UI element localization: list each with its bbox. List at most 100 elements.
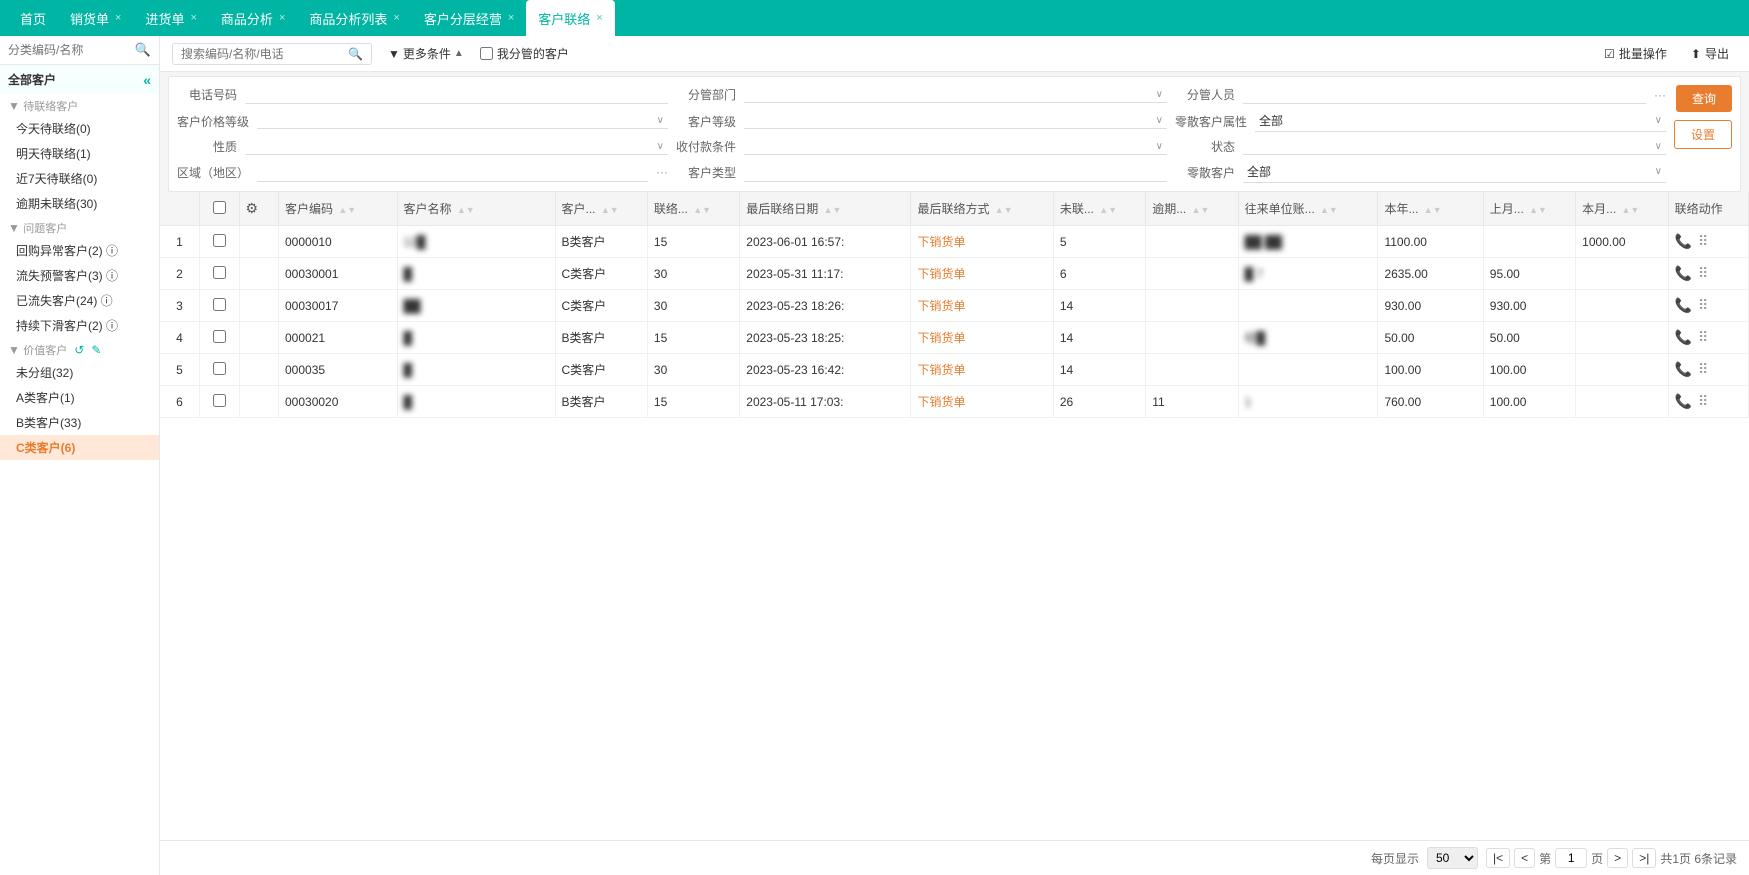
sidebar-item-tomorrow[interactable]: 明天待联络(1) (0, 141, 159, 166)
col-header-last-month[interactable]: 上月... ▲▼ (1483, 192, 1575, 226)
contact-phone-icon[interactable]: 📞 (1675, 265, 1692, 282)
filter-manager-dots[interactable]: ··· (1654, 88, 1666, 102)
sidebar-item-repurchase-abnormal[interactable]: 回购异常客户(2) ⓘ (0, 238, 159, 263)
cell-action[interactable]: 📞 ⠿ (1668, 226, 1748, 258)
col-header-un-contact[interactable]: 未联... ▲▼ (1053, 192, 1145, 226)
nav-product-analysis-list[interactable]: 商品分析列表 × (297, 0, 411, 36)
nav-sales[interactable]: 销货单 × (58, 0, 133, 36)
my-customers-checkbox-label[interactable]: 我分管的客户 (480, 45, 569, 62)
cell-last-method[interactable]: 下销货单 (911, 386, 1053, 418)
col-header-gear[interactable]: ⚙ (239, 192, 279, 226)
batch-operation-btn[interactable]: ☑ 批量操作 (1596, 42, 1675, 65)
nav-product-analysis[interactable]: 商品分析 × (209, 0, 297, 36)
more-actions-icon[interactable]: ⠿ (1698, 393, 1708, 410)
next-page-btn[interactable]: > (1607, 848, 1628, 868)
col-header-last-method[interactable]: 最后联络方式 ▲▼ (911, 192, 1053, 226)
more-actions-icon[interactable]: ⠿ (1698, 361, 1708, 378)
more-actions-icon[interactable]: ⠿ (1698, 297, 1708, 314)
sidebar-item-churn-warning[interactable]: 流失预警客户(3) ⓘ (0, 263, 159, 288)
more-actions-icon[interactable]: ⠿ (1698, 265, 1708, 282)
close-sales-icon[interactable]: × (115, 12, 121, 24)
contact-phone-icon[interactable]: 📞 (1675, 393, 1692, 410)
cell-last-method[interactable]: 下销货单 (911, 258, 1053, 290)
cell-check[interactable] (200, 290, 240, 322)
col-header-type[interactable]: 客户... ▲▼ (555, 192, 647, 226)
main-search-icon[interactable]: 🔍 (348, 47, 363, 61)
sidebar-search-input[interactable] (8, 43, 135, 57)
col-header-code[interactable]: 客户编码 ▲▼ (279, 192, 398, 226)
nav-customer-contact[interactable]: 客户联络 × (526, 0, 614, 36)
close-purchase-icon[interactable]: × (190, 12, 196, 24)
more-conditions-btn[interactable]: ▼ 更多条件 ▲ (380, 42, 472, 65)
contact-phone-icon[interactable]: 📞 (1675, 297, 1692, 314)
cell-check[interactable] (200, 354, 240, 386)
col-header-contact[interactable]: 联络... ▲▼ (647, 192, 739, 226)
cell-last-method[interactable]: 下销货单 (911, 354, 1053, 386)
sidebar-item-declining[interactable]: 持续下滑客户(2) ⓘ (0, 313, 159, 338)
sidebar-item-today[interactable]: 今天待联络(0) (0, 116, 159, 141)
settings-button[interactable]: 设置 (1674, 120, 1732, 149)
main-search-input[interactable] (181, 47, 348, 61)
more-actions-icon[interactable]: ⠿ (1698, 329, 1708, 346)
row-checkbox[interactable] (213, 266, 226, 279)
contact-phone-icon[interactable]: 📞 (1675, 329, 1692, 346)
last-method-link[interactable]: 下销货单 (917, 299, 965, 313)
last-method-link[interactable]: 下销货单 (917, 235, 965, 249)
sidebar-item-overdue[interactable]: 逾期未联络(30) (0, 191, 159, 216)
last-method-link[interactable]: 下销货单 (917, 267, 965, 281)
filter-price-level-select[interactable]: ∨ (257, 113, 668, 129)
cell-last-method[interactable]: 下销货单 (911, 226, 1053, 258)
col-header-name[interactable]: 客户名称 ▲▼ (397, 192, 555, 226)
sidebar-item-class-c[interactable]: C类客户(6) (0, 435, 159, 460)
close-product-analysis-list-icon[interactable]: × (393, 12, 399, 24)
last-method-link[interactable]: 下销货单 (917, 363, 965, 377)
filter-region-input[interactable] (257, 163, 648, 182)
row-checkbox[interactable] (213, 298, 226, 311)
my-customers-checkbox[interactable] (480, 47, 493, 60)
filter-retail-customer-select[interactable]: 全部 ∨ (1243, 161, 1666, 183)
sidebar-item-class-a[interactable]: A类客户(1) (0, 385, 159, 410)
col-header-last-date[interactable]: 最后联络日期 ▲▼ (740, 192, 911, 226)
close-customer-contact-icon[interactable]: × (596, 12, 602, 24)
sidebar-item-ungrouped[interactable]: 未分组(32) (0, 360, 159, 385)
more-actions-icon[interactable]: ⠿ (1698, 233, 1708, 250)
cell-last-method[interactable]: 下销货单 (911, 290, 1053, 322)
filter-dept-select[interactable]: ∨ (744, 87, 1167, 103)
cell-action[interactable]: 📞 ⠿ (1668, 386, 1748, 418)
column-settings-icon[interactable]: ⚙ (246, 200, 259, 216)
sidebar-item-7days[interactable]: 近7天待联络(0) (0, 166, 159, 191)
nav-customer-tier[interactable]: 客户分层经营 × (412, 0, 526, 36)
last-method-link[interactable]: 下销货单 (917, 395, 965, 409)
col-header-this-month[interactable]: 本月... ▲▼ (1576, 192, 1668, 226)
close-product-analysis-icon[interactable]: × (279, 12, 285, 24)
contact-phone-icon[interactable]: 📞 (1675, 361, 1692, 378)
query-button[interactable]: 查询 (1676, 85, 1732, 112)
cell-action[interactable]: 📞 ⠿ (1668, 290, 1748, 322)
row-checkbox[interactable] (213, 330, 226, 343)
row-checkbox[interactable] (213, 234, 226, 247)
col-header-year[interactable]: 本年... ▲▼ (1378, 192, 1483, 226)
sidebar-item-churned[interactable]: 已流失客户(24) ⓘ (0, 288, 159, 313)
filter-customer-level-select[interactable]: ∨ (744, 113, 1167, 129)
per-page-select[interactable]: 50 100 200 (1427, 847, 1478, 869)
select-all-checkbox[interactable] (213, 201, 226, 214)
contact-phone-icon[interactable]: 📞 (1675, 233, 1692, 250)
row-checkbox[interactable] (213, 394, 226, 407)
sidebar-all-customers[interactable]: 全部客户 « (0, 65, 159, 94)
nav-purchase[interactable]: 进货单 × (133, 0, 208, 36)
first-page-btn[interactable]: |< (1486, 848, 1510, 868)
filter-payment-select[interactable]: ∨ (744, 139, 1167, 155)
cell-last-method[interactable]: 下销货单 (911, 322, 1053, 354)
filter-region-dots[interactable]: ··· (656, 165, 668, 179)
page-input[interactable] (1555, 848, 1587, 868)
last-method-link[interactable]: 下销货单 (917, 331, 965, 345)
sidebar-collapse-icon[interactable]: « (143, 72, 151, 88)
cell-check[interactable] (200, 258, 240, 290)
col-header-hist[interactable]: 往来单位账... ▲▼ (1238, 192, 1378, 226)
sidebar-search-icon[interactable]: 🔍 (135, 42, 151, 58)
nav-home[interactable]: 首页 (8, 0, 58, 36)
filter-status-select[interactable]: ∨ (1243, 139, 1666, 155)
cell-check[interactable] (200, 322, 240, 354)
filter-manager-input[interactable] (1243, 85, 1646, 104)
close-customer-tier-icon[interactable]: × (508, 12, 514, 24)
